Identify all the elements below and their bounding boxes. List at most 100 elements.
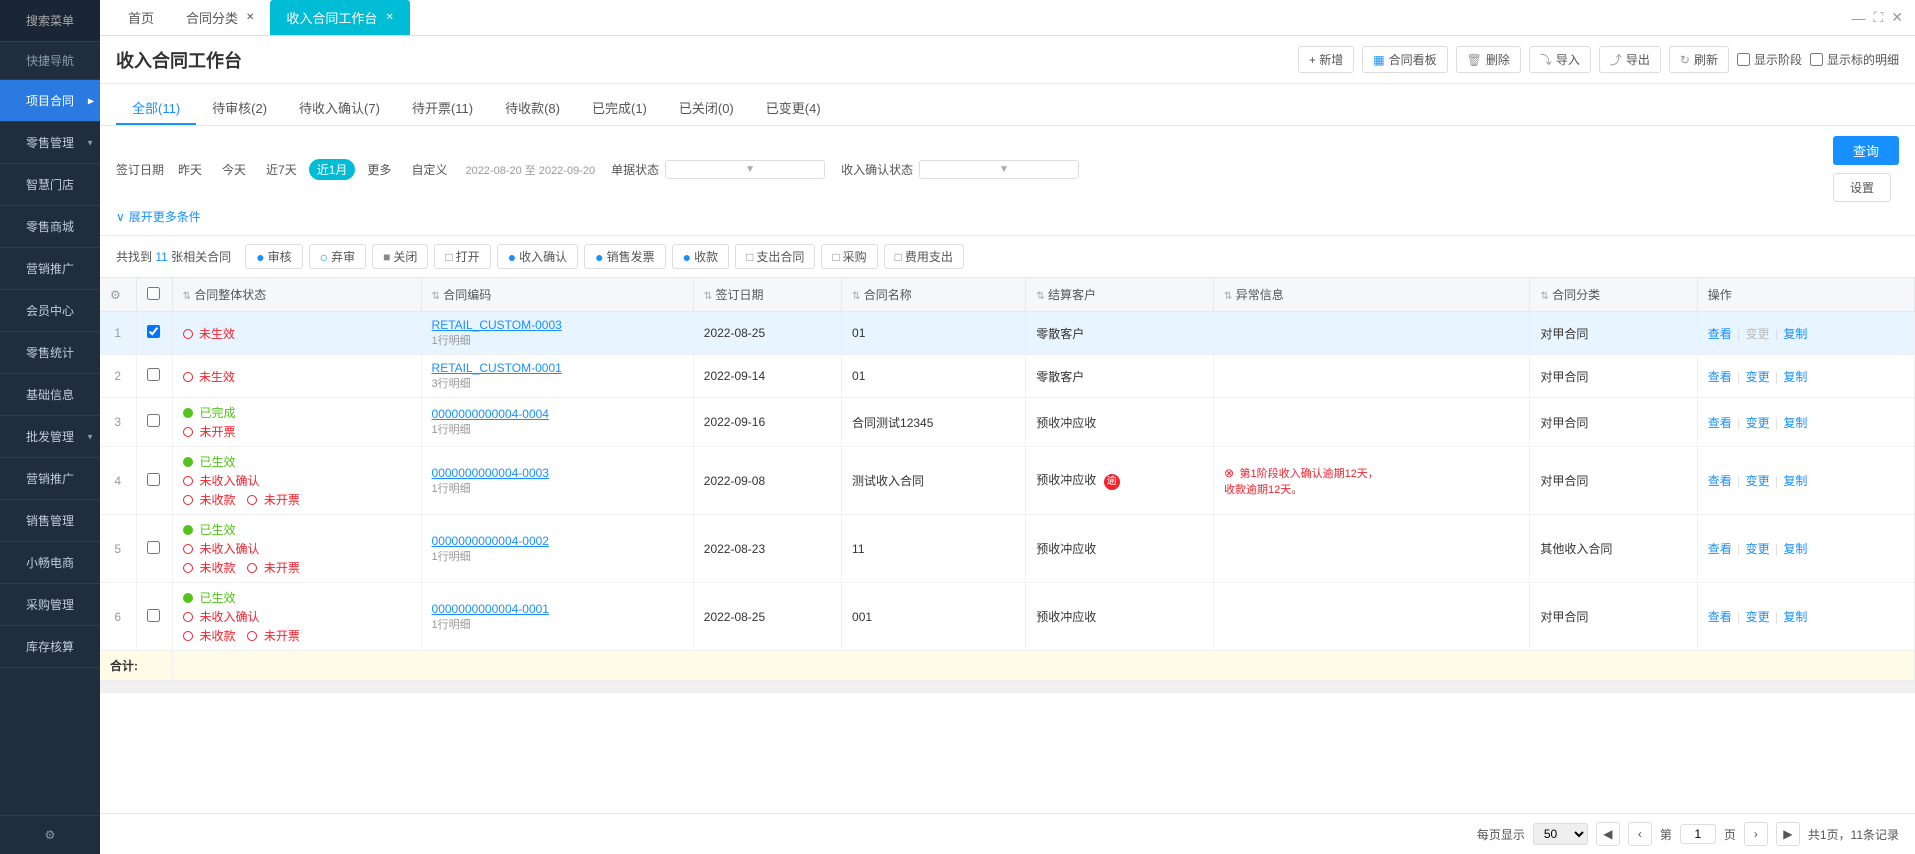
- toolbar-abandon-btn[interactable]: ○ 弃审: [309, 244, 366, 269]
- op-view[interactable]: 查看: [1708, 327, 1732, 341]
- toolbar-sales-invoice-btn[interactable]: ● 销售发票: [584, 244, 665, 269]
- op-view[interactable]: 查看: [1708, 474, 1732, 488]
- toolbar-income-confirm-btn[interactable]: ● 收入确认: [497, 244, 578, 269]
- op-change[interactable]: 变更: [1746, 610, 1770, 624]
- sidebar-settings[interactable]: ⚙: [0, 815, 100, 854]
- page-input[interactable]: [1680, 824, 1716, 844]
- filter-tab-changed[interactable]: 已变更(4): [750, 92, 837, 125]
- th-customer[interactable]: ⇅ 结算客户: [1026, 278, 1214, 312]
- cell-checkbox[interactable]: [136, 312, 172, 355]
- th-type[interactable]: ⇅ 合同分类: [1530, 278, 1697, 312]
- next-page-btn[interactable]: ›: [1744, 822, 1768, 846]
- sidebar-item-retail-stat[interactable]: 零售统计: [0, 332, 100, 374]
- tab-income-contract[interactable]: 收入合同工作台 ✕: [270, 0, 409, 35]
- op-change[interactable]: 变更: [1746, 416, 1770, 430]
- show-stages-checkbox[interactable]: 显示阶段: [1737, 51, 1802, 68]
- date-opt-custom[interactable]: 自定义: [403, 159, 455, 180]
- th-name[interactable]: ⇅ 合同名称: [842, 278, 1026, 312]
- sidebar-item-basic-info[interactable]: 基础信息: [0, 374, 100, 416]
- th-gear[interactable]: ⚙: [100, 278, 136, 312]
- filter-tab-all[interactable]: 全部(11): [116, 92, 196, 125]
- set-button[interactable]: 设置: [1833, 173, 1891, 202]
- sidebar-item-retail-mgmt[interactable]: 零售管理 ▼: [0, 122, 100, 164]
- sidebar-item-sales-mgmt[interactable]: 销售管理: [0, 500, 100, 542]
- op-view[interactable]: 查看: [1708, 610, 1732, 624]
- date-opt-more[interactable]: 更多: [359, 159, 399, 180]
- tab-home[interactable]: 首页: [112, 0, 170, 35]
- date-opt-yesterday[interactable]: 昨天: [170, 159, 210, 180]
- import-button[interactable]: ⤵ 导入: [1529, 46, 1591, 73]
- filter-tab-pending-income[interactable]: 待收入确认(7): [283, 92, 396, 125]
- toolbar-receive-btn[interactable]: ● 收款: [672, 244, 729, 269]
- op-copy[interactable]: 复制: [1783, 416, 1807, 430]
- contract-board-button[interactable]: ▦ 合同看板: [1362, 46, 1447, 73]
- income-confirm-select[interactable]: ▼: [919, 160, 1079, 179]
- doc-status-select[interactable]: ▼: [665, 160, 825, 179]
- tab-window-close[interactable]: ✕: [1891, 9, 1903, 26]
- new-button[interactable]: + 新增: [1298, 46, 1354, 73]
- filter-tab-pending-invoice[interactable]: 待开票(11): [396, 92, 489, 125]
- date-opt-1month[interactable]: 近1月: [309, 159, 356, 180]
- op-change[interactable]: 变更: [1746, 370, 1770, 384]
- contract-code-link[interactable]: 0000000000004-0004: [432, 407, 549, 421]
- sidebar-quick-nav[interactable]: 快捷导航: [0, 42, 100, 80]
- cell-checkbox[interactable]: [136, 398, 172, 447]
- sidebar-item-member[interactable]: 会员中心: [0, 290, 100, 332]
- contract-code-link[interactable]: RETAIL_CUSTOM-0003: [432, 318, 562, 332]
- th-code[interactable]: ⇅ 合同编码: [421, 278, 693, 312]
- th-checkbox[interactable]: [136, 278, 172, 312]
- sidebar-item-xiaochangec[interactable]: 小畅电商: [0, 542, 100, 584]
- op-copy[interactable]: 复制: [1783, 542, 1807, 556]
- contract-code-link[interactable]: 0000000000004-0003: [432, 466, 549, 480]
- toolbar-out-contract-btn[interactable]: □ 支出合同: [735, 244, 815, 269]
- sidebar-item-batch-mgmt[interactable]: 批发管理 ▼: [0, 416, 100, 458]
- op-copy[interactable]: 复制: [1783, 610, 1807, 624]
- toolbar-purchase-btn[interactable]: □ 采购: [821, 244, 877, 269]
- op-copy[interactable]: 复制: [1783, 327, 1807, 341]
- expand-more-btn[interactable]: ∨ 展开更多条件: [116, 208, 1899, 225]
- th-status[interactable]: ⇅ 合同整体状态: [172, 278, 421, 312]
- contract-code-link[interactable]: RETAIL_CUSTOM-0001: [432, 361, 562, 375]
- toolbar-close-btn[interactable]: ■ 关闭: [372, 244, 428, 269]
- select-all-checkbox[interactable]: [147, 287, 160, 300]
- cell-checkbox[interactable]: [136, 355, 172, 398]
- date-opt-today[interactable]: 今天: [214, 159, 254, 180]
- refresh-button[interactable]: ↻ 刷新: [1669, 46, 1729, 73]
- query-button[interactable]: 查询: [1833, 136, 1899, 165]
- tab-window-restore[interactable]: ⛶: [1873, 9, 1883, 26]
- filter-tab-completed[interactable]: 已完成(1): [576, 92, 663, 125]
- tab-window-minimize[interactable]: —: [1851, 10, 1865, 26]
- tab-income-contract-close[interactable]: ✕: [385, 12, 393, 23]
- cell-checkbox[interactable]: [136, 515, 172, 583]
- cell-checkbox[interactable]: [136, 447, 172, 515]
- op-change[interactable]: 变更: [1746, 542, 1770, 556]
- page-size-select[interactable]: 50 10 20 100: [1533, 823, 1588, 845]
- date-opt-7days[interactable]: 近7天: [258, 159, 305, 180]
- contract-code-link[interactable]: 0000000000004-0002: [432, 534, 549, 548]
- op-copy[interactable]: 复制: [1783, 474, 1807, 488]
- sidebar-item-retail-mall[interactable]: 零售商城: [0, 206, 100, 248]
- export-button[interactable]: ⤴ 导出: [1599, 46, 1661, 73]
- sidebar-item-marketing[interactable]: 营销推广: [0, 248, 100, 290]
- filter-tab-pending-review[interactable]: 待审核(2): [196, 92, 283, 125]
- th-sign-date[interactable]: ⇅ 签订日期: [693, 278, 841, 312]
- filter-tab-pending-receive[interactable]: 待收款(8): [489, 92, 576, 125]
- sidebar-item-project[interactable]: 项目合同 ▶: [0, 80, 100, 122]
- sidebar-item-marketing2[interactable]: 营销推广: [0, 458, 100, 500]
- op-view[interactable]: 查看: [1708, 416, 1732, 430]
- toolbar-review-btn[interactable]: ● 审核: [245, 244, 302, 269]
- contract-code-link[interactable]: 0000000000004-0001: [432, 602, 549, 616]
- cell-checkbox[interactable]: [136, 583, 172, 651]
- op-view[interactable]: 查看: [1708, 370, 1732, 384]
- sidebar-item-smart-store[interactable]: 智慧门店: [0, 164, 100, 206]
- first-page-btn[interactable]: ◀: [1596, 822, 1620, 846]
- sidebar-item-purchase[interactable]: 采购管理: [0, 584, 100, 626]
- sidebar-item-inventory[interactable]: 库存核算: [0, 626, 100, 668]
- th-abnormal[interactable]: ⇅ 异常信息: [1214, 278, 1530, 312]
- op-copy[interactable]: 复制: [1783, 370, 1807, 384]
- sidebar-search[interactable]: 搜索菜单: [0, 0, 100, 42]
- toolbar-print-btn[interactable]: □ 打开: [434, 244, 490, 269]
- show-marked-checkbox[interactable]: 显示标的明细: [1810, 51, 1899, 68]
- filter-tab-closed[interactable]: 已关闭(0): [663, 92, 750, 125]
- tab-contract-type-close[interactable]: ✕: [246, 12, 254, 23]
